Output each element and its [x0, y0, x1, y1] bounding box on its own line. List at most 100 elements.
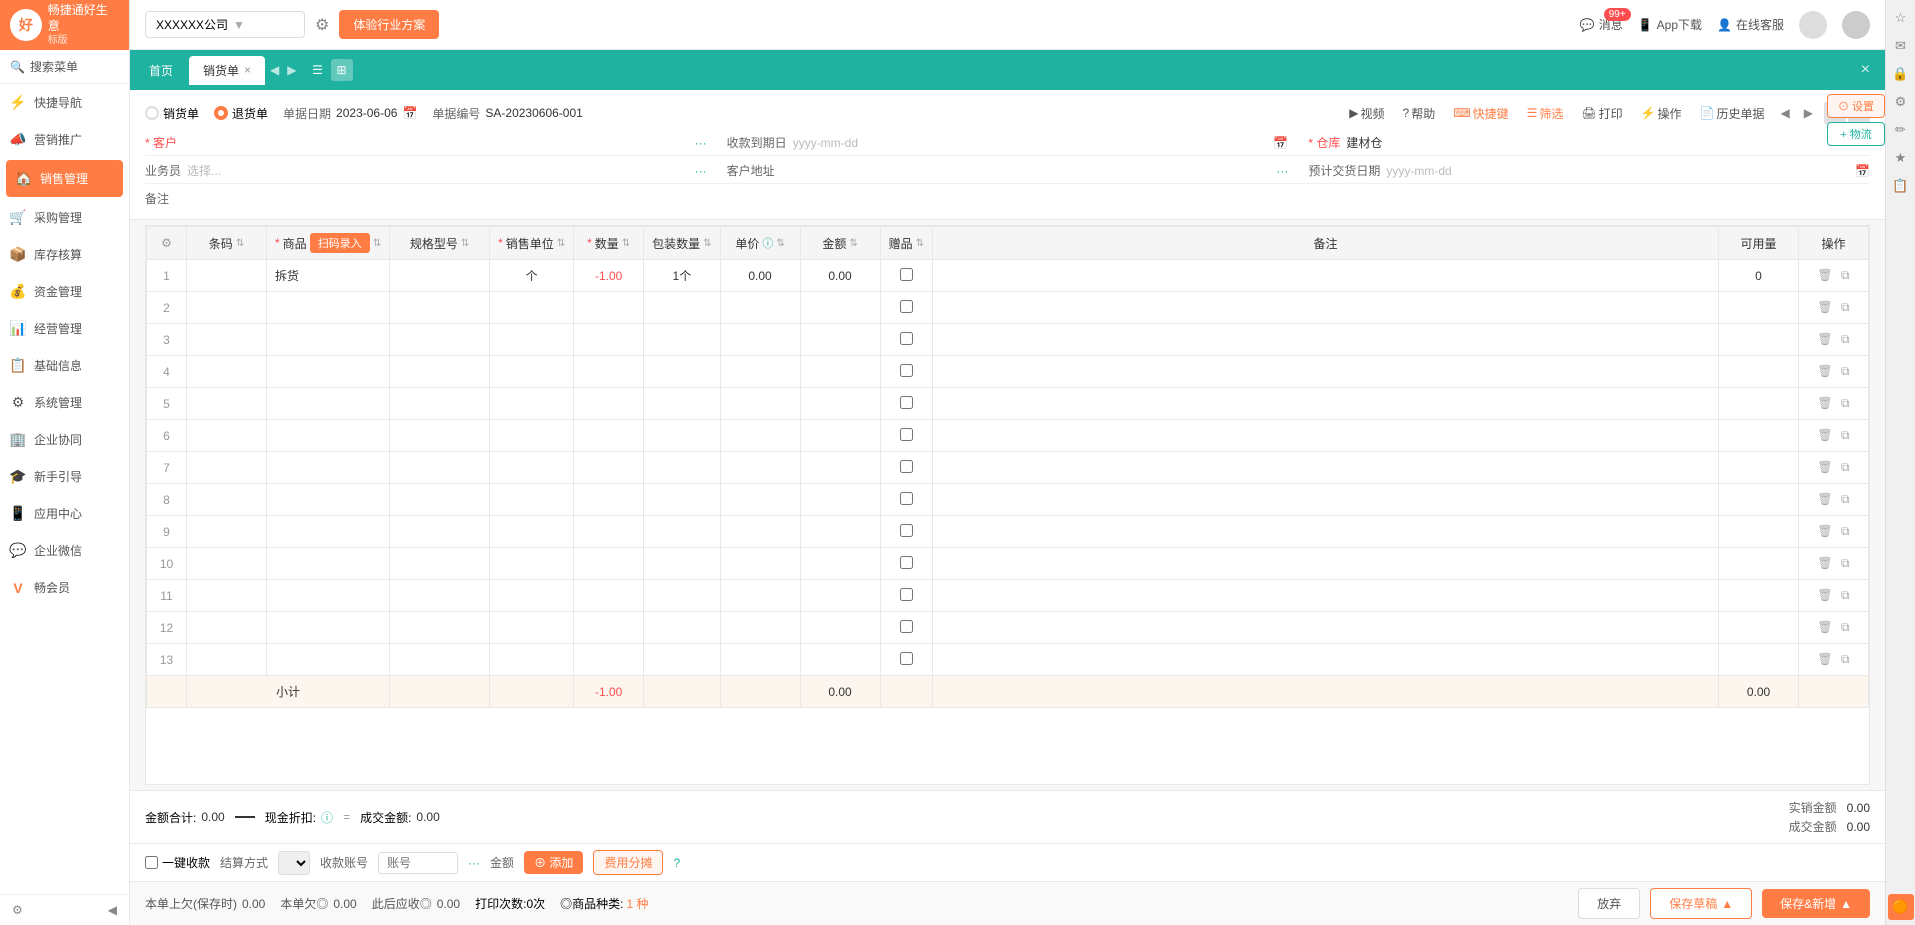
row-qty-6[interactable]	[574, 420, 644, 452]
row-gift-7[interactable]	[880, 452, 932, 484]
delete-icon-5[interactable]: 🗑	[1817, 396, 1832, 410]
main-close-icon[interactable]: ×	[1851, 61, 1880, 79]
row-spec-6[interactable]	[390, 420, 490, 452]
row-product-3[interactable]	[267, 324, 390, 356]
video-btn[interactable]: ▶ 视频	[1344, 103, 1389, 124]
row-amount-12[interactable]	[800, 612, 880, 644]
row-product-1[interactable]: 拆货	[267, 260, 390, 292]
trial-button[interactable]: 体验行业方案	[339, 10, 439, 39]
amount-sort[interactable]: ⇅	[849, 238, 857, 249]
row-barcode-9[interactable]	[187, 516, 267, 548]
save-new-button[interactable]: 保存&新增 ▲	[1762, 889, 1870, 918]
row-gift-12[interactable]	[880, 612, 932, 644]
copy-icon-11[interactable]: ⧉	[1841, 588, 1850, 602]
right-icon-6[interactable]: ★	[1888, 145, 1914, 171]
row-amount-6[interactable]	[800, 420, 880, 452]
row-pack-3[interactable]	[644, 324, 720, 356]
row-pack-6[interactable]	[644, 420, 720, 452]
row-product-7[interactable]	[267, 452, 390, 484]
row-unit-8[interactable]	[490, 484, 574, 516]
radio-sales[interactable]: 销货单	[145, 105, 199, 122]
row-price-3[interactable]	[720, 324, 800, 356]
salesperson-dots[interactable]: ···	[695, 164, 707, 178]
row-note-6[interactable]	[932, 420, 1718, 452]
delete-icon-12[interactable]: 🗑	[1817, 620, 1832, 634]
row-price-13[interactable]	[720, 644, 800, 676]
row-pack-10[interactable]	[644, 548, 720, 580]
row-amount-13[interactable]	[800, 644, 880, 676]
row-pack-5[interactable]	[644, 388, 720, 420]
product-sort[interactable]: ⇅	[373, 238, 381, 249]
copy-icon-6[interactable]: ⧉	[1841, 428, 1850, 442]
right-icon-8[interactable]: 🟠	[1888, 894, 1914, 920]
row-gift-3[interactable]	[880, 324, 932, 356]
delete-icon-10[interactable]: 🗑	[1817, 556, 1832, 570]
sidebar-item-basic-info[interactable]: 📋 基础信息	[0, 347, 129, 384]
row-unit-12[interactable]	[490, 612, 574, 644]
row-pack-13[interactable]	[644, 644, 720, 676]
row-spec-2[interactable]	[390, 292, 490, 324]
operations-btn[interactable]: ⚡ 操作	[1636, 103, 1687, 124]
price-info-icon[interactable]: ⓘ	[762, 235, 773, 251]
sidebar-item-system-mgmt[interactable]: ⚙ 系统管理	[0, 384, 129, 421]
row-pack-8[interactable]	[644, 484, 720, 516]
row-price-8[interactable]	[720, 484, 800, 516]
row-amount-9[interactable]	[800, 516, 880, 548]
right-icon-4[interactable]: ⚙	[1888, 89, 1914, 115]
row-note-1[interactable]	[932, 260, 1718, 292]
row-qty-11[interactable]	[574, 580, 644, 612]
row-amount-2[interactable]	[800, 292, 880, 324]
row-barcode-12[interactable]	[187, 612, 267, 644]
row-barcode-5[interactable]	[187, 388, 267, 420]
pack-sort[interactable]: ⇅	[703, 238, 711, 249]
copy-icon-8[interactable]: ⧉	[1841, 492, 1850, 506]
row-qty-13[interactable]	[574, 644, 644, 676]
row-note-2[interactable]	[932, 292, 1718, 324]
settings-gear-icon[interactable]: ⚙	[315, 15, 329, 35]
row-price-10[interactable]	[720, 548, 800, 580]
row-product-8[interactable]	[267, 484, 390, 516]
row-qty-4[interactable]	[574, 356, 644, 388]
row-note-7[interactable]	[932, 452, 1718, 484]
row-product-10[interactable]	[267, 548, 390, 580]
radio-return[interactable]: 退货单	[214, 105, 268, 122]
row-product-4[interactable]	[267, 356, 390, 388]
row-pack-12[interactable]	[644, 612, 720, 644]
row-note-12[interactable]	[932, 612, 1718, 644]
history-next[interactable]: ▶	[1801, 106, 1816, 120]
row-qty-9[interactable]	[574, 516, 644, 548]
expense-help-icon[interactable]: ?	[673, 856, 680, 870]
sidebar-search[interactable]: 🔍 搜索菜单	[0, 50, 129, 84]
settlement-select[interactable]	[278, 851, 310, 875]
row-barcode-4[interactable]	[187, 356, 267, 388]
tab-prev-arrow[interactable]: ◀	[267, 63, 282, 77]
row-gift-6[interactable]	[880, 420, 932, 452]
row-pack-4[interactable]	[644, 356, 720, 388]
address-dots[interactable]: ···	[1276, 164, 1288, 178]
row-gift-13[interactable]	[880, 644, 932, 676]
row-spec-1[interactable]	[390, 260, 490, 292]
row-note-9[interactable]	[932, 516, 1718, 548]
sidebar-settings-icon[interactable]: ⚙	[12, 903, 23, 917]
row-spec-13[interactable]	[390, 644, 490, 676]
tab-next-arrow[interactable]: ▶	[284, 63, 299, 77]
gift-sort[interactable]: ⇅	[916, 238, 924, 249]
row-unit-2[interactable]	[490, 292, 574, 324]
delete-icon-4[interactable]: 🗑	[1817, 364, 1832, 378]
delete-icon-7[interactable]: 🗑	[1817, 460, 1832, 474]
row-unit-11[interactable]	[490, 580, 574, 612]
sidebar-item-enterprise[interactable]: 🏢 企业协同	[0, 421, 129, 458]
message-button[interactable]: 💬 消息 99+	[1580, 16, 1623, 33]
copy-icon-7[interactable]: ⧉	[1841, 460, 1850, 474]
discard-button[interactable]: 放弃	[1578, 888, 1640, 919]
delivery-date-calendar[interactable]: 📅	[1855, 164, 1870, 178]
row-unit-5[interactable]	[490, 388, 574, 420]
column-settings-icon[interactable]: ⚙	[161, 236, 172, 250]
row-note-5[interactable]	[932, 388, 1718, 420]
sidebar-item-purchase-mgmt[interactable]: 🛒 采购管理	[0, 199, 129, 236]
sidebar-item-inventory[interactable]: 📦 库存核算	[0, 236, 129, 273]
grid-view-btn[interactable]: ⊞	[331, 59, 353, 81]
row-qty-10[interactable]	[574, 548, 644, 580]
row-qty-5[interactable]	[574, 388, 644, 420]
delete-icon-11[interactable]: 🗑	[1817, 588, 1832, 602]
